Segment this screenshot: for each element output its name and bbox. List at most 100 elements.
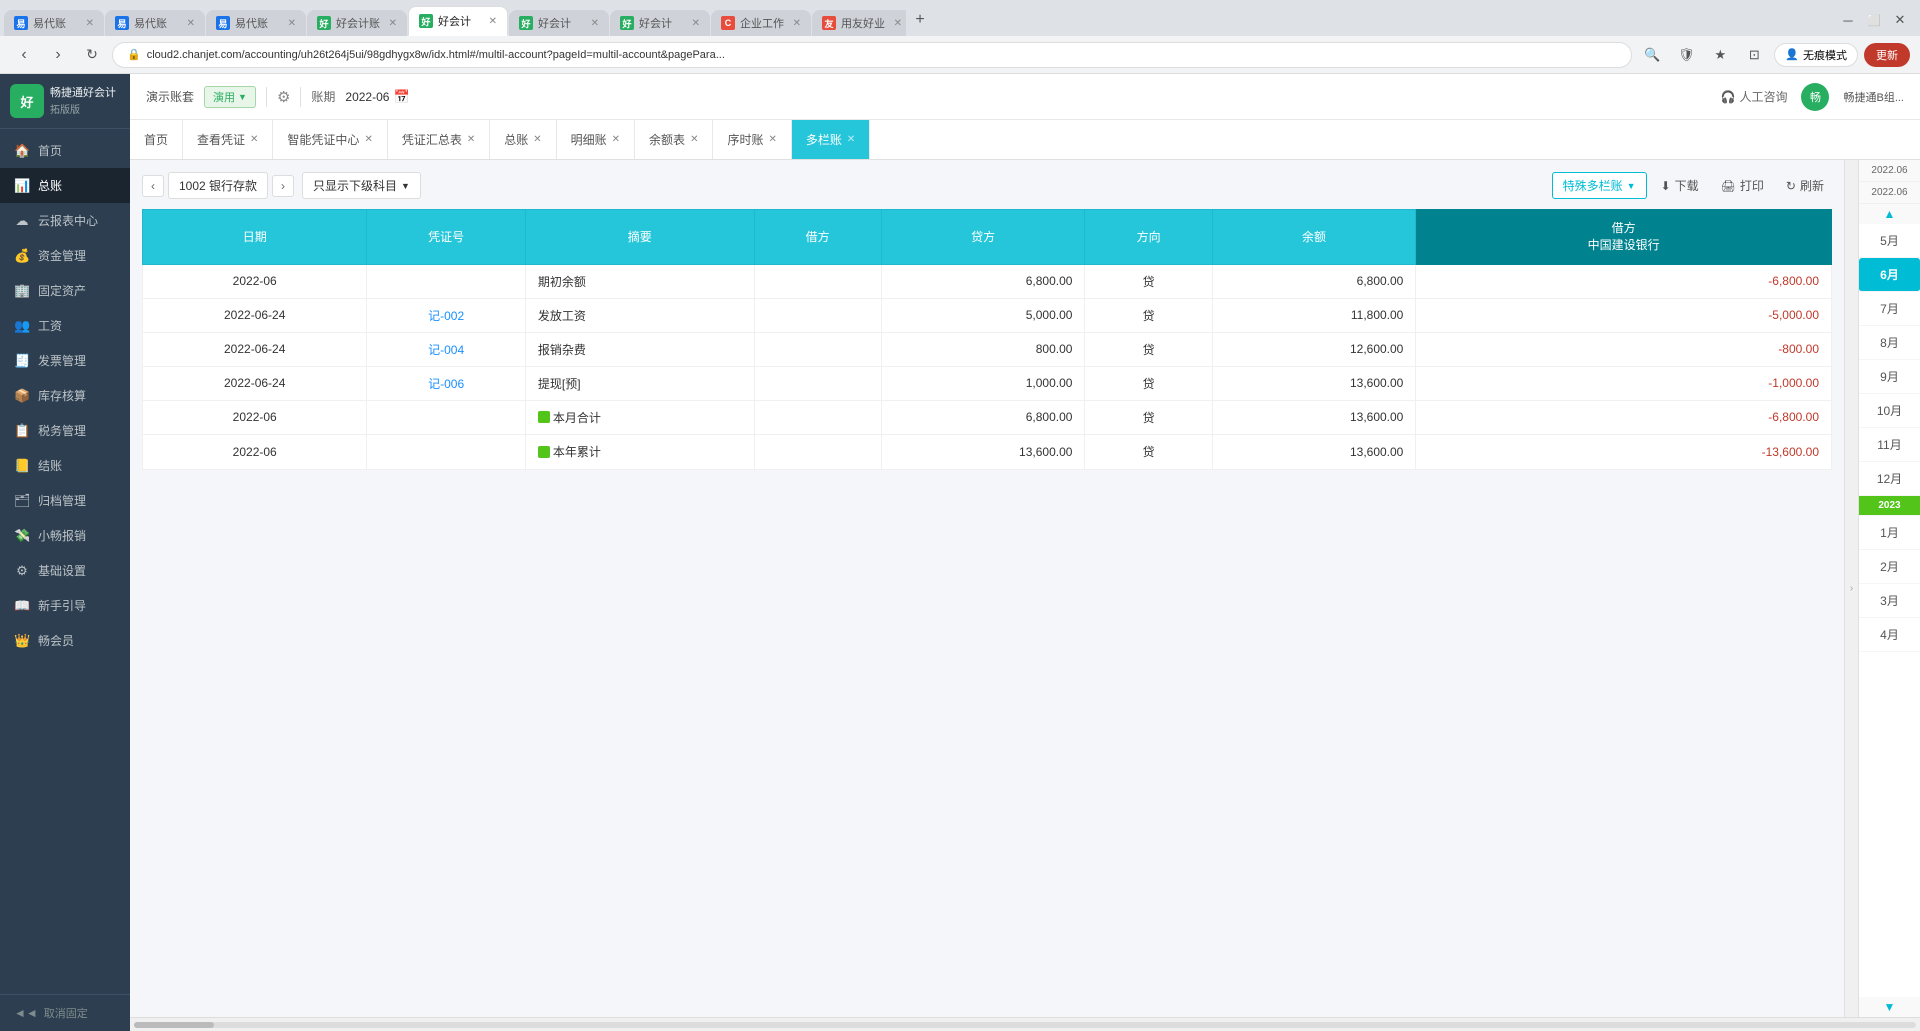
download-btn[interactable]: ⬇ 下载 bbox=[1653, 173, 1707, 198]
sidebar-footer[interactable]: ◄◄ 取消固定 bbox=[0, 994, 130, 1031]
filter-btn[interactable]: 只显示下级科目 ▼ bbox=[302, 172, 421, 199]
user-avatar[interactable]: 畅 bbox=[1801, 83, 1829, 111]
page-tab-明细账[interactable]: 明细账✕ bbox=[557, 120, 635, 160]
star-icon[interactable]: ★ bbox=[1706, 41, 1734, 69]
account-code-btn[interactable]: 1002 银行存款 bbox=[168, 172, 268, 199]
page-tab-close-icon[interactable]: ✕ bbox=[690, 134, 698, 145]
tab-close-icon[interactable]: ✕ bbox=[894, 18, 902, 29]
page-tab-智能凭证中心[interactable]: 智能凭证中心✕ bbox=[273, 120, 387, 160]
page-tab-close-icon[interactable]: ✕ bbox=[364, 134, 372, 145]
prev-account-btn[interactable]: ‹ bbox=[142, 175, 164, 197]
extend-btn[interactable]: ⊡ bbox=[1740, 41, 1768, 69]
h-scroll-thumb[interactable] bbox=[134, 1022, 214, 1028]
voucher-link[interactable]: 记-002 bbox=[428, 309, 464, 323]
sidebar-item-畅会员[interactable]: 👑 畅会员 bbox=[0, 623, 130, 658]
browser-tab-t4[interactable]: 好 好会计账 ✕ bbox=[307, 10, 407, 36]
browser-tab-t3[interactable]: 易 易代账 ✕ bbox=[206, 10, 306, 36]
cell-voucher[interactable]: 记-004 bbox=[367, 332, 526, 366]
page-tab-凭证汇总表[interactable]: 凭证汇总表✕ bbox=[388, 120, 490, 160]
tab-close-icon[interactable]: ✕ bbox=[489, 16, 497, 27]
demo-badge[interactable]: 演用 ▼ bbox=[204, 86, 256, 108]
sidebar-item-首页[interactable]: 🏠 首页 bbox=[0, 133, 130, 168]
tab-close-icon[interactable]: ✕ bbox=[793, 18, 801, 29]
browser-tab-t9[interactable]: 友 用友好业 ✕ bbox=[812, 10, 906, 36]
settings-btn[interactable]: ⚙ bbox=[277, 88, 290, 106]
wuhen-mode-btn[interactable]: 👤无痕模式 bbox=[1774, 43, 1858, 67]
restore-btn[interactable]: ⬜ bbox=[1862, 8, 1886, 32]
browser-tab-t7[interactable]: 好 好会计 ✕ bbox=[610, 10, 710, 36]
month-item-1月[interactable]: 1月 bbox=[1859, 516, 1920, 550]
special-multi-btn[interactable]: 特殊多栏账 ▼ bbox=[1552, 172, 1647, 199]
close-btn[interactable]: ✕ bbox=[1888, 8, 1912, 32]
h-scroll-track[interactable] bbox=[134, 1022, 1916, 1028]
page-tab-总账[interactable]: 总账✕ bbox=[490, 120, 556, 160]
update-btn[interactable]: 更新 bbox=[1864, 43, 1910, 67]
sidebar-item-工资[interactable]: 👥 工资 bbox=[0, 308, 130, 343]
period-value[interactable]: 2022-06 📅 bbox=[345, 89, 409, 105]
sidebar-item-库存核算[interactable]: 📦 库存核算 bbox=[0, 378, 130, 413]
minimize-btn[interactable]: ─ bbox=[1836, 8, 1860, 32]
page-tab-close-icon[interactable]: ✕ bbox=[250, 134, 258, 145]
page-tab-序时账[interactable]: 序时账✕ bbox=[713, 120, 791, 160]
sidebar-item-资金管理[interactable]: 💰 资金管理 bbox=[0, 238, 130, 273]
tab-close-icon[interactable]: ✕ bbox=[187, 18, 195, 29]
sidebar-item-发票管理[interactable]: 🧾 发票管理 bbox=[0, 343, 130, 378]
page-tab-close-icon[interactable]: ✕ bbox=[847, 134, 855, 145]
page-tab-首页[interactable]: 首页 bbox=[130, 120, 183, 160]
sidebar-item-税务管理[interactable]: 📋 税务管理 bbox=[0, 413, 130, 448]
sidebar-item-总账[interactable]: 📊 总账 bbox=[0, 168, 130, 203]
next-account-btn[interactable]: › bbox=[272, 175, 294, 197]
month-item-5月[interactable]: 5月 bbox=[1859, 224, 1920, 258]
tab-close-icon[interactable]: ✕ bbox=[86, 18, 94, 29]
page-tab-close-icon[interactable]: ✕ bbox=[612, 134, 620, 145]
month-item-8月[interactable]: 8月 bbox=[1859, 326, 1920, 360]
month-item-7月[interactable]: 7月 bbox=[1859, 292, 1920, 326]
new-tab-button[interactable]: + bbox=[906, 6, 934, 34]
sidebar-item-基础设置[interactable]: ⚙ 基础设置 bbox=[0, 553, 130, 588]
tab-close-icon[interactable]: ✕ bbox=[288, 18, 296, 29]
shield-icon[interactable]: 🛡 bbox=[1672, 41, 1700, 69]
browser-tab-t8[interactable]: C 企业工作 ✕ bbox=[711, 10, 811, 36]
browser-tab-t5[interactable]: 好 好会计 ✕ bbox=[408, 6, 508, 36]
scroll-up-btn[interactable]: ▲ bbox=[1859, 204, 1920, 224]
sidebar-item-归档管理[interactable]: 🗂 归档管理 bbox=[0, 483, 130, 518]
page-tab-close-icon[interactable]: ✕ bbox=[533, 134, 541, 145]
month-item-2月[interactable]: 2月 bbox=[1859, 550, 1920, 584]
h-scrollbar[interactable] bbox=[130, 1017, 1920, 1031]
user-info[interactable]: 畅捷通B组... bbox=[1843, 89, 1904, 105]
sidebar-item-结账[interactable]: 📒 结账 bbox=[0, 448, 130, 483]
refresh-btn[interactable]: ↻ 刷新 bbox=[1778, 173, 1832, 198]
month-item-2023[interactable]: 2023 bbox=[1859, 496, 1920, 516]
sidebar-item-小畅报销[interactable]: 💸 小畅报销 bbox=[0, 518, 130, 553]
voucher-link[interactable]: 记-006 bbox=[428, 377, 464, 391]
sidebar-item-新手引导[interactable]: 📖 新手引导 bbox=[0, 588, 130, 623]
page-tab-多栏账[interactable]: 多栏账✕ bbox=[792, 120, 870, 160]
back-btn[interactable]: ‹ bbox=[10, 41, 38, 69]
month-item-4月[interactable]: 4月 bbox=[1859, 618, 1920, 652]
month-item-10月[interactable]: 10月 bbox=[1859, 394, 1920, 428]
search-icon[interactable]: 🔍 bbox=[1638, 41, 1666, 69]
page-tab-余额表[interactable]: 余额表✕ bbox=[635, 120, 713, 160]
reload-btn[interactable]: ↻ bbox=[78, 41, 106, 69]
voucher-link[interactable]: 记-004 bbox=[428, 343, 464, 357]
print-btn[interactable]: 🖨 打印 bbox=[1713, 173, 1772, 198]
month-item-12月[interactable]: 12月 bbox=[1859, 462, 1920, 496]
cell-voucher[interactable]: 记-002 bbox=[367, 298, 526, 332]
consult-btn[interactable]: 🎧 人工咨询 bbox=[1721, 88, 1788, 105]
tab-close-icon[interactable]: ✕ bbox=[591, 18, 599, 29]
tab-close-icon[interactable]: ✕ bbox=[692, 18, 700, 29]
tab-close-icon[interactable]: ✕ bbox=[389, 18, 397, 29]
sidebar-item-云报表中心[interactable]: ☁ 云报表中心 bbox=[0, 203, 130, 238]
forward-btn[interactable]: › bbox=[44, 41, 72, 69]
scroll-down-btn[interactable]: ▼ bbox=[1859, 997, 1920, 1017]
url-bar[interactable]: 🔒 cloud2.chanjet.com/accounting/uh26t264… bbox=[112, 42, 1632, 68]
browser-tab-t6[interactable]: 好 好会计 ✕ bbox=[509, 10, 609, 36]
cell-voucher[interactable]: 记-006 bbox=[367, 366, 526, 400]
browser-tab-t1[interactable]: 易 易代账 ✕ bbox=[4, 10, 104, 36]
month-item-3月[interactable]: 3月 bbox=[1859, 584, 1920, 618]
page-tab-close-icon[interactable]: ✕ bbox=[467, 134, 475, 145]
page-tab-查看凭证[interactable]: 查看凭证✕ bbox=[183, 120, 273, 160]
side-collapse-btn[interactable]: › bbox=[1844, 160, 1858, 1017]
sidebar-item-固定资产[interactable]: 🏢 固定资产 bbox=[0, 273, 130, 308]
month-item-6月[interactable]: 6月 bbox=[1859, 258, 1920, 292]
